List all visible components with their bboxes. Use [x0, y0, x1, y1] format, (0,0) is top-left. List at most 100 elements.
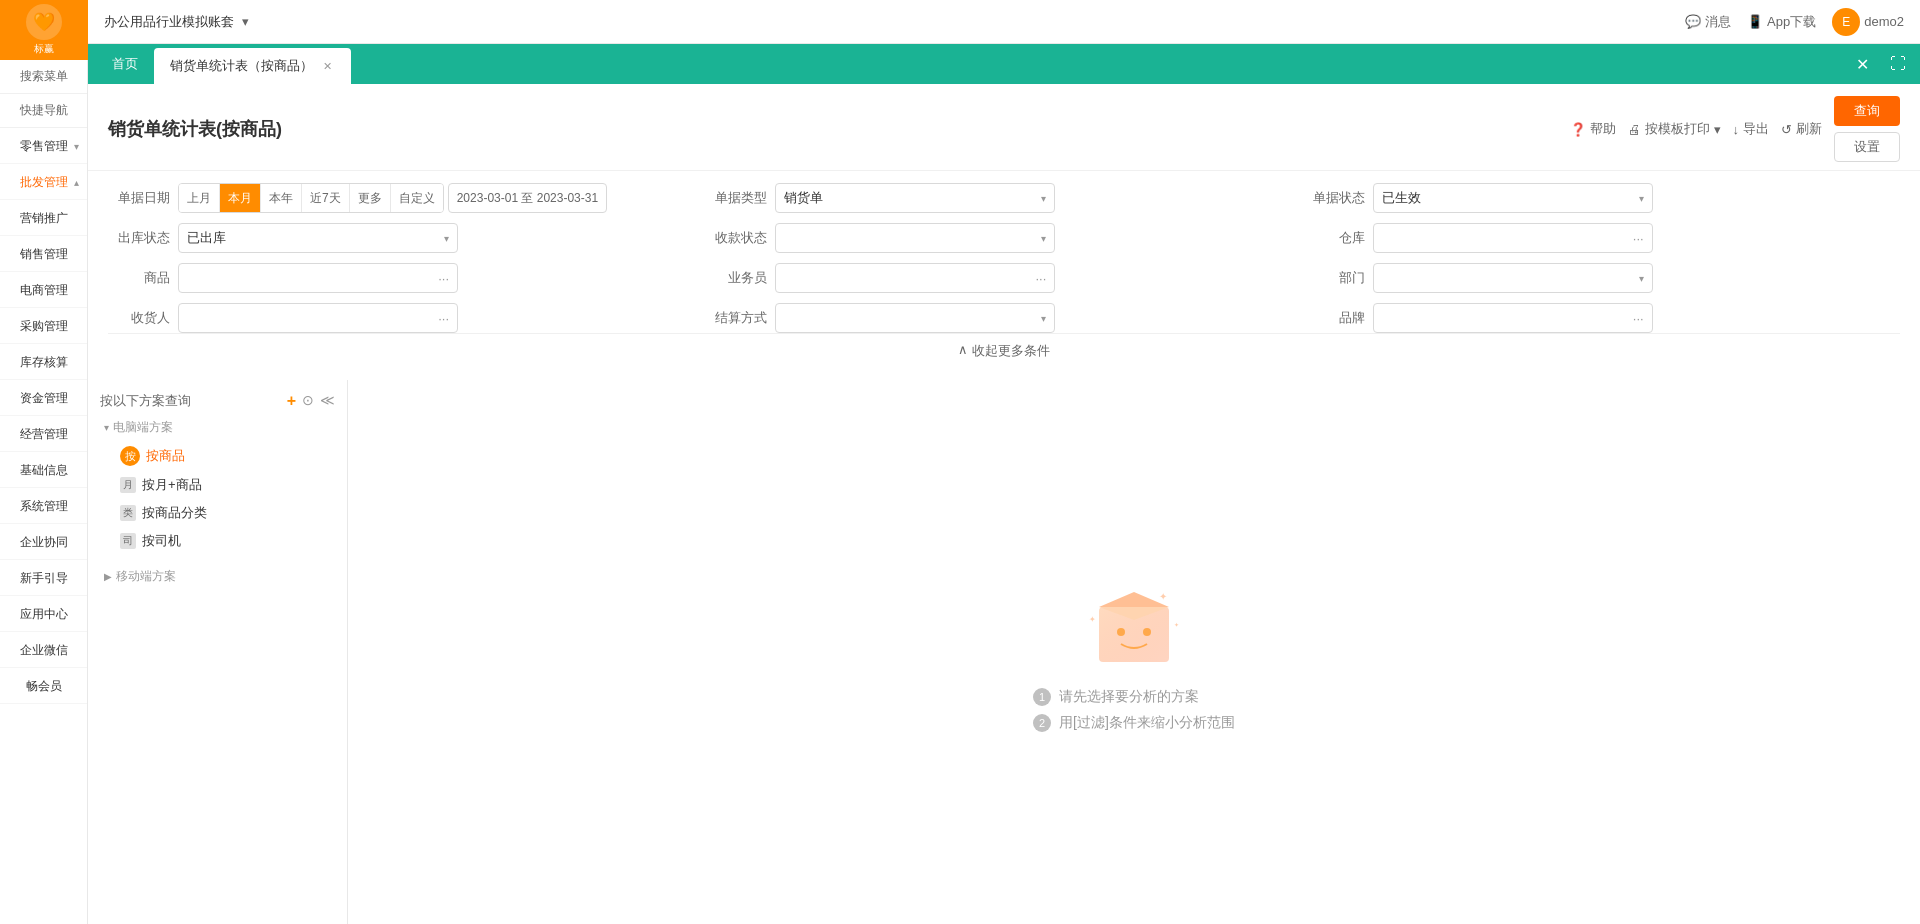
tab-expand-btn[interactable]: ⛶ — [1884, 50, 1912, 78]
quick-nav-label[interactable]: 快捷导航 — [20, 98, 68, 123]
settlement-input[interactable]: ▾ — [775, 303, 1055, 333]
user-name: demo2 — [1864, 14, 1904, 29]
member-label: 畅会员 — [26, 678, 62, 695]
sidebar-item-wholesale[interactable]: 批发管理 ▴ — [0, 164, 87, 200]
print-dropdown-icon[interactable]: ▾ — [1714, 122, 1721, 137]
topbar-right: 💬 消息 📱 App下载 E demo2 — [1685, 8, 1904, 36]
basic-label: 基础信息 — [20, 462, 68, 479]
sidebar-item-wechat[interactable]: 企业微信 — [0, 632, 87, 668]
apps-label: 应用中心 — [20, 606, 68, 623]
sidebar-quick-nav[interactable]: 快捷导航 — [0, 94, 87, 128]
sidebar-item-operations[interactable]: 经营管理 — [0, 416, 87, 452]
sidebar-item-apps[interactable]: 应用中心 — [0, 596, 87, 632]
receiver-label: 收货人 — [108, 309, 178, 327]
mobile-group-label: 移动端方案 — [116, 568, 176, 585]
dept-filter-cell: 部门 ▾ — [1303, 263, 1900, 293]
desktop-group-header[interactable]: ▾ 电脑端方案 — [88, 414, 347, 441]
sidebar-search[interactable]: 搜索菜单 — [0, 60, 87, 94]
sidebar-item-enterprise[interactable]: 企业协同 — [0, 524, 87, 560]
status-label: 单据状态 — [1303, 189, 1373, 207]
sidebar-item-marketing[interactable]: 营销推广 — [0, 200, 87, 236]
sidebar-item-member[interactable]: 畅会员 — [0, 668, 87, 704]
tab-sales-stats-label: 销货单统计表（按商品） — [170, 57, 313, 75]
dept-dropdown-icon: ▾ — [1639, 273, 1644, 284]
collapse-bar[interactable]: ∧ 收起更多条件 — [108, 333, 1900, 368]
sidebar-item-finance[interactable]: 资金管理 — [0, 380, 87, 416]
svg-point-2 — [1143, 628, 1151, 636]
settlement-dropdown-icon: ▾ — [1041, 313, 1046, 324]
dept-input[interactable]: ▾ — [1373, 263, 1653, 293]
print-icon: 🖨 — [1628, 122, 1641, 137]
tree-item-by-category[interactable]: 类 按商品分类 — [88, 499, 347, 527]
print-btn[interactable]: 🖨 按模板打印 ▾ — [1628, 120, 1721, 138]
date-btn-last-month[interactable]: 上月 — [179, 184, 220, 212]
date-btn-custom[interactable]: 自定义 — [391, 184, 443, 212]
help-btn[interactable]: ❓ 帮助 — [1570, 120, 1616, 138]
tree-expand-arrow: ▾ — [104, 422, 109, 433]
type-filter-cell: 单据类型 销货单 ▾ — [705, 183, 1302, 213]
search-menu-label[interactable]: 搜索菜单 — [20, 68, 68, 85]
app-download-btn[interactable]: 📱 App下载 — [1747, 13, 1816, 31]
wholesale-label: 批发管理 — [20, 174, 68, 191]
collapse-label: 收起更多条件 — [972, 342, 1050, 360]
export-btn[interactable]: ↓ 导出 — [1733, 120, 1770, 138]
message-btn[interactable]: 💬 消息 — [1685, 13, 1731, 31]
page-actions: ❓ 帮助 🖨 按模板打印 ▾ ↓ 导出 ↺ 刷新 查询 — [1570, 96, 1901, 162]
sidebar-item-ecommerce[interactable]: 电商管理 — [0, 272, 87, 308]
dept-label: 部门 — [1303, 269, 1373, 287]
sidebar-item-purchase[interactable]: 采购管理 — [0, 308, 87, 344]
active-item-icon: 按 — [120, 446, 140, 466]
sidebar-item-system[interactable]: 系统管理 — [0, 488, 87, 524]
payment-label: 收款状态 — [705, 229, 775, 247]
category-icon: 类 — [120, 505, 136, 521]
settings-icon[interactable]: ⊙ — [302, 392, 314, 410]
query-button[interactable]: 查询 — [1834, 96, 1900, 126]
sidebar-item-retail[interactable]: 零售管理 ▾ — [0, 128, 87, 164]
status-input[interactable]: 已生效 ▾ — [1373, 183, 1653, 213]
refresh-btn[interactable]: ↺ 刷新 — [1781, 120, 1822, 138]
collapse-panel-icon[interactable]: ≪ — [320, 392, 335, 410]
warehouse-input[interactable]: ··· — [1373, 223, 1653, 253]
type-input[interactable]: 销货单 ▾ — [775, 183, 1055, 213]
receiver-input[interactable]: ··· — [178, 303, 458, 333]
tab-home[interactable]: 首页 — [96, 44, 154, 84]
user-profile[interactable]: E demo2 — [1832, 8, 1904, 36]
date-range-display[interactable]: 2023-03-01 至 2023-03-31 — [448, 183, 607, 213]
tab-sales-stats[interactable]: 销货单统计表（按商品） ✕ — [154, 48, 351, 84]
purchase-label: 采购管理 — [20, 318, 68, 335]
tree-item-by-driver[interactable]: 司 按司机 — [88, 527, 347, 555]
goods-input[interactable]: ··· — [178, 263, 458, 293]
tree-item-by-goods[interactable]: 按 按商品 — [88, 441, 347, 471]
driver-label: 按司机 — [142, 532, 181, 550]
date-btn-this-year[interactable]: 本年 — [261, 184, 302, 212]
sidebar-item-inventory[interactable]: 库存核算 — [0, 344, 87, 380]
setting-button[interactable]: 设置 — [1834, 132, 1900, 162]
sidebar-item-sales[interactable]: 销售管理 — [0, 236, 87, 272]
out-status-input[interactable]: 已出库 ▾ — [178, 223, 458, 253]
date-btn-this-month[interactable]: 本月 — [220, 184, 261, 212]
date-filter-cell: 单据日期 上月 本月 本年 近7天 更多 自定义 2023-03-01 至 20… — [108, 183, 705, 213]
date-btn-7days[interactable]: 近7天 — [302, 184, 350, 212]
logo[interactable]: 🧡 标赢 — [0, 0, 88, 60]
tab-close-icon[interactable]: ✕ — [319, 58, 335, 74]
mobile-group-header[interactable]: ▶ 移动端方案 — [88, 563, 347, 590]
brand-input[interactable]: ··· — [1373, 303, 1653, 333]
add-scheme-btn[interactable]: + — [287, 392, 296, 410]
topbar-title: 办公用品行业模拟账套 — [104, 13, 234, 31]
tab-close-window-btn[interactable]: ✕ — [1848, 50, 1876, 78]
warehouse-dots: ··· — [1633, 231, 1644, 246]
category-label: 按商品分类 — [142, 504, 207, 522]
export-icon: ↓ — [1733, 122, 1740, 137]
left-panel: 按以下方案查询 + ⊙ ≪ ▾ 电脑端方案 按 按商品 — [88, 380, 348, 924]
sidebar-item-basic[interactable]: 基础信息 — [0, 452, 87, 488]
sidebar-item-guide[interactable]: 新手引导 — [0, 560, 87, 596]
staff-input[interactable]: ··· — [775, 263, 1055, 293]
topbar-dropdown[interactable]: ▾ — [242, 14, 249, 29]
finance-label: 资金管理 — [20, 390, 68, 407]
goods-filter-cell: 商品 ··· — [108, 263, 705, 293]
receiver-dots: ··· — [438, 311, 449, 326]
date-btn-more[interactable]: 更多 — [350, 184, 391, 212]
payment-input[interactable]: ▾ — [775, 223, 1055, 253]
tree-item-by-month-goods[interactable]: 月 按月+商品 — [88, 471, 347, 499]
payment-dropdown-icon: ▾ — [1041, 233, 1046, 244]
